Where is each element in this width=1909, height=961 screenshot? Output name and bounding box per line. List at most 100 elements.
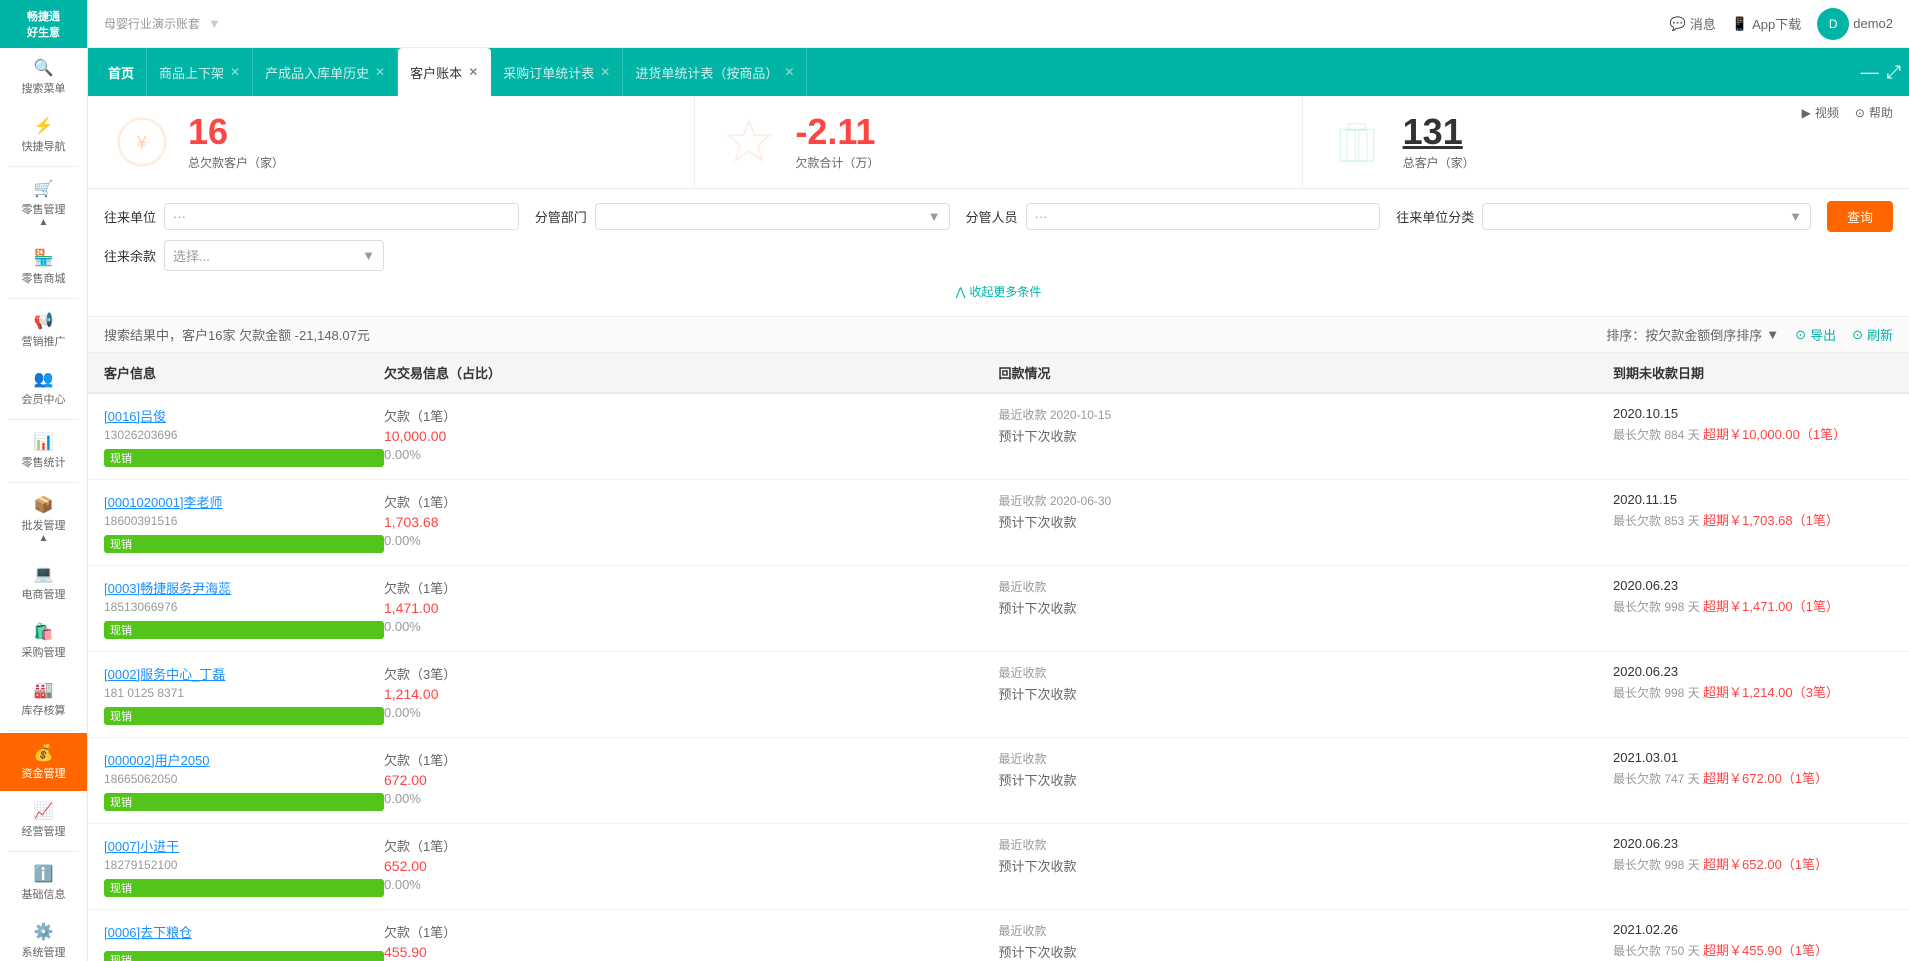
customer-cell-1: [0001020001]李老师 18600391516 现销: [104, 492, 384, 553]
debt-count-4: 欠款（1笔）: [384, 750, 999, 769]
sort-selector[interactable]: 排序：按欠款金额倒序排序 ▼: [1606, 325, 1779, 344]
tab-close-icon[interactable]: ✕: [468, 65, 478, 79]
overdue-days-1: 最长欠款 853 天 超期￥1,703.68（1笔）: [1613, 510, 1893, 529]
stats-row: ¥ 16 总欠款客户（家） -2.11 欠款合计（万） 131 总客户（家）: [88, 96, 1909, 189]
arrow-icon: ▲: [39, 217, 49, 228]
user-profile[interactable]: D demo2: [1817, 8, 1893, 40]
unit-class-input[interactable]: ▼: [1482, 203, 1811, 230]
overdue-link-3[interactable]: 超期￥1,214.00（3笔）: [1703, 685, 1839, 700]
filter-row-2: 往来余款 选择... ▼: [104, 240, 1893, 271]
customer-cell-4: [000002]用户2050 18665062050 现销: [104, 750, 384, 811]
tab-product_history[interactable]: 产成品入库单历史✕: [253, 48, 398, 96]
svg-text:¥: ¥: [136, 132, 148, 153]
tab-purchase_order[interactable]: 采购订单统计表✕: [491, 48, 623, 96]
export-label: 导出: [1810, 325, 1836, 344]
overdue-link-2[interactable]: 超期￥1,471.00（1笔）: [1703, 599, 1839, 614]
app-subtitle: 母婴行业演示账套: [104, 15, 200, 32]
customer-id-name-0[interactable]: [0016]吕俊: [104, 406, 384, 425]
stat-card-overdue_amount: -2.11 欠款合计（万）: [695, 96, 1302, 188]
table-row: [0007]小进干 18279152100 现销 欠款（1笔） 652.00 0…: [88, 824, 1909, 910]
debt-cell-6: 欠款（1笔） 455.90 0.00%: [384, 922, 999, 961]
overdue-link-6[interactable]: 超期￥455.90（1笔）: [1703, 943, 1828, 958]
tab-close-icon[interactable]: ✕: [375, 65, 385, 79]
overdue-link-0[interactable]: 超期￥10,000.00（1笔）: [1703, 427, 1846, 442]
tab-close-icon[interactable]: ✕: [784, 65, 794, 79]
username: demo2: [1853, 16, 1893, 31]
debt-percent-2: 0.00%: [384, 619, 999, 634]
export-icon: ⊙: [1795, 327, 1806, 343]
next-collect-label-4: 预计下次收款: [999, 770, 1614, 789]
sidebar-item-marketing[interactable]: 📢 营销推广: [0, 301, 87, 359]
sidebar-item-purchase[interactable]: 🛍️ 采购管理: [0, 612, 87, 670]
arrow-icon: ▲: [39, 533, 49, 544]
customer-id-name-2[interactable]: [0003]畅捷服务尹海蕊: [104, 578, 384, 597]
refresh-action[interactable]: ⊙ 刷新: [1852, 325, 1893, 344]
person-input[interactable]: ···: [1026, 203, 1381, 230]
sidebar-item-system[interactable]: ⚙️ 系统管理: [0, 912, 87, 961]
tab-home[interactable]: 首页: [96, 48, 147, 96]
customer-id-name-5[interactable]: [0007]小进干: [104, 836, 384, 855]
download-icon: 📱: [1732, 16, 1748, 32]
sidebar-item-capital[interactable]: 💰 资金管理: [0, 733, 87, 791]
sidebar-item-retail_mall[interactable]: 🏪 零售商城: [0, 238, 87, 296]
overdue-cell-3: 2020.06.23 最长欠款 998 天 超期￥1,214.00（3笔）: [1613, 664, 1893, 701]
sidebar-item-search[interactable]: 🔍 搜索菜单: [0, 48, 87, 106]
sidebar-item-label-purchase: 采购管理: [22, 644, 66, 660]
minimize-icon[interactable]: —: [1861, 62, 1879, 83]
sidebar-item-quick_nav[interactable]: ⚡ 快捷导航: [0, 106, 87, 164]
tab-label-customer_account: 客户账本: [410, 63, 462, 82]
customer-tag-2: 现销: [104, 621, 384, 639]
sidebar-item-retail_stat[interactable]: 📊 零售统计: [0, 422, 87, 480]
tab-product_offline[interactable]: 商品上下架✕: [147, 48, 253, 96]
debt-cell-1: 欠款（1笔） 1,703.68 0.00%: [384, 492, 999, 548]
unit-class-label: 往来单位分类: [1396, 207, 1474, 226]
sidebar-item-basic_info[interactable]: ℹ️ 基础信息: [0, 854, 87, 912]
customer-id-name-1[interactable]: [0001020001]李老师: [104, 492, 384, 511]
tab-close-icon[interactable]: ✕: [600, 65, 610, 79]
sidebar-item-operations[interactable]: 📈 经营管理: [0, 791, 87, 849]
customer-tag-5: 现销: [104, 879, 384, 897]
customer-id-name-4[interactable]: [000002]用户2050: [104, 750, 384, 769]
search-button[interactable]: 查询: [1827, 201, 1893, 232]
maximize-icon[interactable]: ⤢: [1887, 62, 1901, 83]
collapse-button[interactable]: ⋀ 收起更多条件: [104, 279, 1893, 304]
overdue_customers-icon: ¥: [112, 112, 172, 172]
tab-close-icon[interactable]: ✕: [230, 65, 240, 79]
sidebar-item-retail_mgmt[interactable]: 🛒 零售管理 ▲: [0, 169, 87, 238]
overdue_amount-info: -2.11 欠款合计（万）: [795, 114, 879, 171]
sidebar-item-ecommerce[interactable]: 💻 电商管理: [0, 554, 87, 612]
help-action[interactable]: ⊙ 帮助: [1855, 104, 1893, 121]
sidebar-item-inventory[interactable]: 🏭 库存核算: [0, 670, 87, 728]
sidebar: 畅捷通好生意 🔍 搜索菜单 ⚡ 快捷导航 🛒 零售管理 ▲ 🏪 零售商城 📢 营…: [0, 0, 88, 961]
tab-customer_account[interactable]: 客户账本 ✕: [398, 48, 491, 96]
sidebar-divider: [8, 730, 79, 731]
dept-input[interactable]: ▼: [595, 203, 950, 230]
video-action[interactable]: ▶ 视频: [1802, 104, 1839, 121]
export-action[interactable]: ⊙ 导出: [1795, 325, 1836, 344]
app-download-action[interactable]: 📱 App下载: [1732, 14, 1801, 33]
debt-count-0: 欠款（1笔）: [384, 406, 999, 425]
sidebar-item-batch_mgmt[interactable]: 📦 批发管理 ▲: [0, 485, 87, 554]
total_customers-value[interactable]: 131: [1403, 114, 1475, 150]
customer-id-name-6[interactable]: [0006]去下粮仓: [104, 922, 384, 941]
sidebar-logo: 畅捷通好生意: [0, 0, 87, 48]
brand-name: 畅捷通好生意: [27, 8, 60, 40]
overdue-link-4[interactable]: 超期￥672.00（1笔）: [1703, 771, 1828, 786]
overdue_customers-info: 16 总欠款客户（家）: [188, 114, 284, 171]
tab-purchase_stat[interactable]: 进货单统计表（按商品）✕: [623, 48, 807, 96]
balance-input[interactable]: 选择... ▼: [164, 240, 384, 271]
last-collect-label-4: 最近收款: [999, 750, 1614, 767]
overdue_customers-label: 总欠款客户（家）: [188, 154, 284, 171]
overdue-link-5[interactable]: 超期￥652.00（1笔）: [1703, 857, 1828, 872]
chevron-down-icon-3: ▼: [362, 248, 375, 263]
message-action[interactable]: 💬 消息: [1670, 14, 1716, 33]
from-unit-input[interactable]: ···: [164, 203, 519, 230]
sidebar-item-member[interactable]: 👥 会员中心: [0, 359, 87, 417]
customer-id-name-3[interactable]: [0002]服务中心_丁磊: [104, 664, 384, 683]
customer-phone-0: 13026203696: [104, 428, 384, 442]
debt-count-2: 欠款（1笔）: [384, 578, 999, 597]
stat-card-overdue_customers: ¥ 16 总欠款客户（家）: [88, 96, 695, 188]
overdue-link-1[interactable]: 超期￥1,703.68（1笔）: [1703, 513, 1839, 528]
overdue-cell-5: 2020.06.23 最长欠款 998 天 超期￥652.00（1笔）: [1613, 836, 1893, 873]
sidebar-item-label-inventory: 库存核算: [22, 702, 66, 718]
